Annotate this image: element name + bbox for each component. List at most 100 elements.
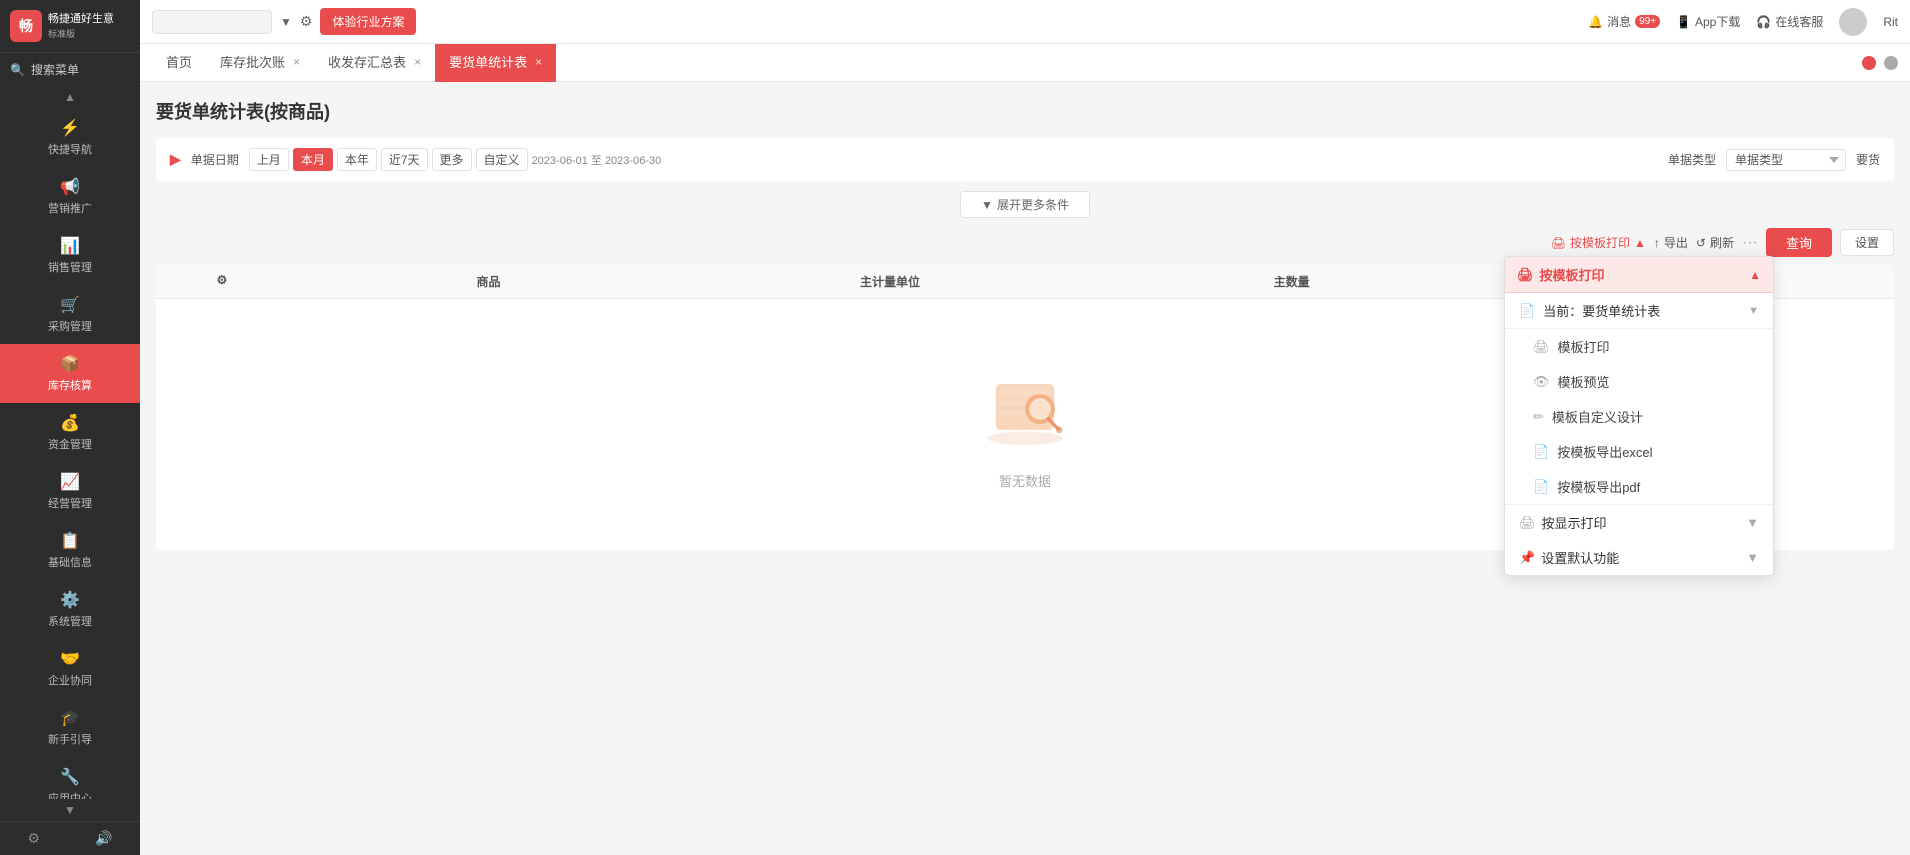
app-download-btn[interactable]: 📱 App下载 xyxy=(1676,13,1740,30)
sidebar-item-system[interactable]: ⚙️ 系统管理 xyxy=(0,580,140,639)
tab-batch-ledger-close[interactable]: × xyxy=(293,55,300,69)
cargo-filter-label: 要货 xyxy=(1856,151,1880,168)
th-unit: 主计量单位 xyxy=(689,273,1091,290)
dropdown-default-func[interactable]: 📌 设置默认功能 ▼ xyxy=(1505,540,1773,575)
sidebar-scroll-down[interactable]: ▼ xyxy=(0,799,140,821)
tab-home[interactable]: 首页 xyxy=(152,44,206,82)
dropdown-export-pdf-label: 按模板导出pdf xyxy=(1557,477,1640,496)
win-close-btn[interactable] xyxy=(1862,56,1876,70)
query-btn[interactable]: 查询 xyxy=(1766,228,1832,257)
type-filter-select[interactable]: 单据类型 xyxy=(1726,149,1846,171)
tab-batch-ledger[interactable]: 库存批次账 × xyxy=(206,44,314,82)
dropdown-header-title: 🖨 按模板打印 xyxy=(1517,265,1605,284)
template-design-icon: ✏ xyxy=(1533,409,1544,425)
sidebar-item-inventory[interactable]: 📦 库存核算 xyxy=(0,344,140,403)
marketing-icon: 📢 xyxy=(60,177,80,197)
expand-icon: ▼ xyxy=(981,198,993,212)
action-bar: 🖨 按模板打印 ▲ ↑ 导出 ↺ 刷新 ··· 查询 设置 xyxy=(156,228,1894,257)
date-btn-last-month[interactable]: 上月 xyxy=(249,148,289,171)
content-area: 要货单统计表(按商品) ▶ 单据日期 上月 本月 本年 近7天 更多 自定义 2… xyxy=(140,82,1910,855)
sidebar-item-appstore[interactable]: 🔧 应用中心 xyxy=(0,757,140,799)
tabbar: 首页 库存批次账 × 收发存汇总表 × 要货单统计表 × xyxy=(140,44,1910,82)
operation-icon: 📈 xyxy=(60,472,80,492)
sidebar-search[interactable]: 🔍 搜索菜单 xyxy=(0,53,140,86)
topbar-search-input[interactable] xyxy=(152,10,272,34)
bell-icon: 🔔 xyxy=(1588,15,1603,29)
user-name: Rit xyxy=(1883,15,1898,29)
sidebar-item-collab[interactable]: 🤝 企业协同 xyxy=(0,639,140,698)
appstore-icon: 🔧 xyxy=(60,767,80,787)
speaker-icon[interactable]: 🔊 xyxy=(95,830,112,847)
refresh-btn[interactable]: ↺ 刷新 xyxy=(1696,234,1734,251)
date-btn-this-year[interactable]: 本年 xyxy=(337,148,377,171)
expand-more-btn[interactable]: ▼ 展开更多条件 xyxy=(960,191,1090,218)
date-btn-7days[interactable]: 近7天 xyxy=(381,148,428,171)
sidebar-item-basic[interactable]: 📋 基础信息 xyxy=(0,521,140,580)
online-support-btn[interactable]: 🎧 在线客服 xyxy=(1756,13,1823,30)
dropdown-display-print[interactable]: 🖨 按显示打印 ▼ xyxy=(1505,505,1773,540)
tab-order-stats[interactable]: 要货单统计表 × xyxy=(435,44,556,82)
dropdown-printer-icon: 🖨 xyxy=(1517,267,1534,283)
dropdown-export-pdf[interactable]: 📄 按模板导出pdf xyxy=(1505,469,1773,504)
finance-icon: 💰 xyxy=(60,413,80,433)
empty-illustration xyxy=(975,359,1075,459)
sidebar-scroll-up[interactable]: ▲ xyxy=(0,86,140,108)
default-func-chevron: ▼ xyxy=(1746,550,1759,565)
topbar-dropdown-btn[interactable]: ▼ xyxy=(280,15,292,29)
avatar[interactable] xyxy=(1839,8,1867,36)
settings-bottom-icon[interactable]: ⚙ xyxy=(28,830,41,847)
date-btn-more[interactable]: 更多 xyxy=(432,148,472,171)
sidebar-item-purchase[interactable]: 🛒 采购管理 xyxy=(0,285,140,344)
search-icon: 🔍 xyxy=(10,63,25,77)
sidebar-item-marketing[interactable]: 📢 营销推广 xyxy=(0,167,140,226)
topbar-right: 🔔 消息 99+ 📱 App下载 🎧 在线客服 Rit xyxy=(1588,8,1898,36)
dropdown-close-chevron[interactable]: ▲ xyxy=(1749,268,1761,282)
print-template-label: 按模板打印 xyxy=(1570,234,1630,251)
quick-nav-icon: ⚡ xyxy=(60,118,80,138)
sidebar-logo: 畅 畅捷通好生意 标准版 xyxy=(0,0,140,53)
more-icon[interactable]: ··· xyxy=(1742,234,1758,252)
display-print-chevron: ▼ xyxy=(1746,515,1759,530)
main-area: ▼ ⚙ 体验行业方案 🔔 消息 99+ 📱 App下载 🎧 在线客服 Rit 首… xyxy=(140,0,1910,855)
date-btn-custom[interactable]: 自定义 xyxy=(476,148,528,171)
sidebar-item-operation[interactable]: 📈 经营管理 xyxy=(0,462,140,521)
tab-receipt-summary-close[interactable]: × xyxy=(414,55,421,69)
settings-btn[interactable]: 设置 xyxy=(1840,229,1894,256)
tab-receipt-summary-label: 收发存汇总表 xyxy=(328,52,406,71)
dropdown-export-excel[interactable]: 📄 按模板导出excel xyxy=(1505,434,1773,469)
dropdown-template-design[interactable]: ✏ 模板自定义设计 xyxy=(1505,399,1773,434)
date-btn-this-month[interactable]: 本月 xyxy=(293,148,333,171)
sidebar-item-label: 销售管理 xyxy=(48,259,92,275)
dropdown-template-preview-label: 模板预览 xyxy=(1558,372,1610,391)
print-chevron-up-icon: ▲ xyxy=(1634,236,1646,250)
tab-order-stats-close[interactable]: × xyxy=(535,55,542,69)
sidebar-item-sales[interactable]: 📊 销售管理 xyxy=(0,226,140,285)
newbie-icon: 🎓 xyxy=(60,708,80,728)
sidebar-item-label: 基础信息 xyxy=(48,554,92,570)
sidebar: 畅 畅捷通好生意 标准版 🔍 搜索菜单 ▲ ⚡ 快捷导航 📢 营销推广 📊 销售… xyxy=(0,0,140,855)
dropdown-template-print[interactable]: 🖨 模板打印 xyxy=(1505,329,1773,364)
dropdown-template-preview[interactable]: 👁 模板预览 xyxy=(1505,364,1773,399)
logo-icon: 畅 xyxy=(10,10,42,42)
dropdown-header: 🖨 按模板打印 ▲ xyxy=(1505,257,1773,293)
phone-icon: 📱 xyxy=(1676,15,1691,29)
print-template-btn[interactable]: 🖨 按模板打印 ▲ xyxy=(1551,234,1646,251)
sidebar-item-quick-nav[interactable]: ⚡ 快捷导航 xyxy=(0,108,140,167)
notifications-btn[interactable]: 🔔 消息 99+ xyxy=(1588,13,1660,30)
expand-more-label: 展开更多条件 xyxy=(997,196,1069,213)
sidebar-item-label: 应用中心 xyxy=(48,790,92,799)
tab-receipt-summary[interactable]: 收发存汇总表 × xyxy=(314,44,435,82)
topbar-gear-icon[interactable]: ⚙ xyxy=(300,13,313,30)
sidebar-item-newbie[interactable]: 🎓 新手引导 xyxy=(0,698,140,757)
sidebar-item-finance[interactable]: 💰 资金管理 xyxy=(0,403,140,462)
empty-text: 暂无数据 xyxy=(999,471,1051,490)
inventory-icon: 📦 xyxy=(60,354,80,374)
filter-expand-btn[interactable]: ▶ xyxy=(170,151,181,168)
dropdown-current-item[interactable]: 📄 当前：要货单统计表 ▼ xyxy=(1505,293,1773,328)
dropdown-export-excel-label: 按模板导出excel xyxy=(1557,442,1652,461)
export-btn[interactable]: ↑ 导出 xyxy=(1654,234,1688,251)
export-label: 导出 xyxy=(1664,234,1688,251)
industry-btn[interactable]: 体验行业方案 xyxy=(320,8,416,35)
win-max-btn[interactable] xyxy=(1884,56,1898,70)
sidebar-item-label: 营销推广 xyxy=(48,200,92,216)
